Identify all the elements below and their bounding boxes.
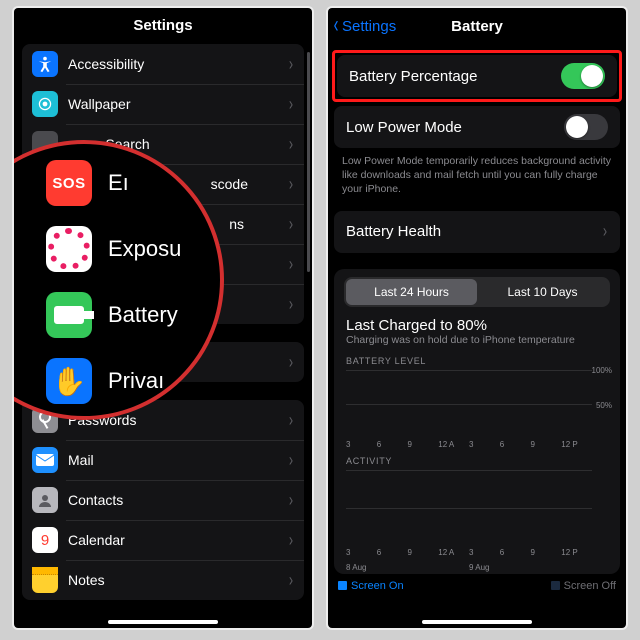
chevron-right-icon: › [289,352,293,373]
row-label: Wallpaper [68,96,288,112]
seg-10d[interactable]: Last 10 Days [477,279,608,305]
footnote-text: Low Power Mode temporarily reduces backg… [328,148,626,211]
contacts-icon [32,487,58,513]
screenshot-left: Settings Accessibility › Wallpaper › Sir… [12,6,314,630]
callout-highlight: Battery Percentage [332,50,622,102]
lens-row-exposure[interactable]: Exposu [14,216,220,282]
lens-label: Privaı [108,368,164,394]
charge-subtitle: Charging was on hold due to iPhone tempe… [342,334,612,356]
chevron-right-icon: › [289,530,293,551]
screenshot-right: ‹ Settings Battery Battery Percentage Lo… [326,6,628,630]
exposure-icon [46,226,92,272]
battery-level-chart: 100% 50% 36912 A36912 P [342,370,612,452]
accessibility-icon [32,51,58,77]
usage-card: Last 24 Hours Last 10 Days Last Charged … [334,269,620,574]
chevron-right-icon: › [289,490,293,511]
legend-screen-off: Screen Off [551,580,616,592]
row-calendar[interactable]: 9 Calendar › [22,520,304,560]
chevron-right-icon: › [289,294,293,315]
hand-icon: ✋ [46,358,92,404]
chevron-right-icon: › [289,54,293,75]
battery-icon [46,292,92,338]
nav-bar: ‹ Settings Battery [328,8,626,44]
mail-icon [32,447,58,473]
chevron-right-icon: › [289,570,293,591]
scrollbar[interactable] [307,52,310,272]
back-label: Settings [342,18,396,35]
chevron-right-icon: › [289,410,293,431]
charge-title: Last Charged to 80% [342,317,612,334]
row-label: Low Power Mode [346,119,564,136]
calendar-icon: 9 [32,527,58,553]
row-wallpaper[interactable]: Wallpaper › [22,84,304,124]
chevron-right-icon: › [603,221,607,242]
lens-label: Battery [108,302,178,328]
axis-100: 100% [592,366,612,375]
row-label: Battery Health [346,223,602,240]
chevron-right-icon: › [289,450,293,471]
segmented-control[interactable]: Last 24 Hours Last 10 Days [344,277,610,307]
row-label: Notes [68,572,288,588]
activity-title: ACTIVITY [342,456,612,470]
row-label: Accessibility [68,56,288,72]
legend-row: Screen On Screen Off [328,574,626,592]
notes-icon [32,567,58,593]
lens-label: Exposu [108,236,181,262]
chevron-right-icon: › [289,214,293,235]
back-button[interactable]: ‹ Settings [328,13,396,39]
wallpaper-icon [32,91,58,117]
lens-row-battery[interactable]: Battery [14,282,220,348]
legend-screen-on: Screen On [338,580,404,592]
sos-icon: SOS [46,160,92,206]
row-label: Calendar [68,532,288,548]
chevron-right-icon: › [289,174,293,195]
chevron-right-icon: › [289,254,293,275]
row-battery-health[interactable]: Battery Health › [334,211,620,253]
chevron-right-icon: › [289,94,293,115]
row-contacts[interactable]: Contacts › [22,480,304,520]
row-accessibility[interactable]: Accessibility › [22,44,304,84]
home-indicator[interactable] [108,620,218,624]
battery-level-title: BATTERY LEVEL [342,356,612,370]
chevron-right-icon: › [289,134,293,155]
row-label: Mail [68,452,288,468]
chevron-left-icon: ‹ [334,11,339,39]
settings-group-2: Passwords › Mail › Contacts › 9 Calendar [22,400,304,600]
home-indicator[interactable] [422,620,532,624]
settings-title: Settings [14,8,312,44]
row-low-power[interactable]: Low Power Mode [334,106,620,148]
toggle-low-power[interactable] [564,114,608,140]
row-battery-percentage[interactable]: Battery Percentage [337,55,617,97]
toggle-battery-percentage[interactable] [561,63,605,89]
row-label: Contacts [68,492,288,508]
row-label: Battery Percentage [349,68,561,85]
row-mail[interactable]: Mail › [22,440,304,480]
activity-chart: 36912 A36912 P 8 Aug9 Aug [342,470,612,560]
lens-label: Eı [108,170,129,196]
seg-24h[interactable]: Last 24 Hours [346,279,477,305]
axis-50: 50% [596,401,612,410]
row-notes[interactable]: Notes › [22,560,304,600]
